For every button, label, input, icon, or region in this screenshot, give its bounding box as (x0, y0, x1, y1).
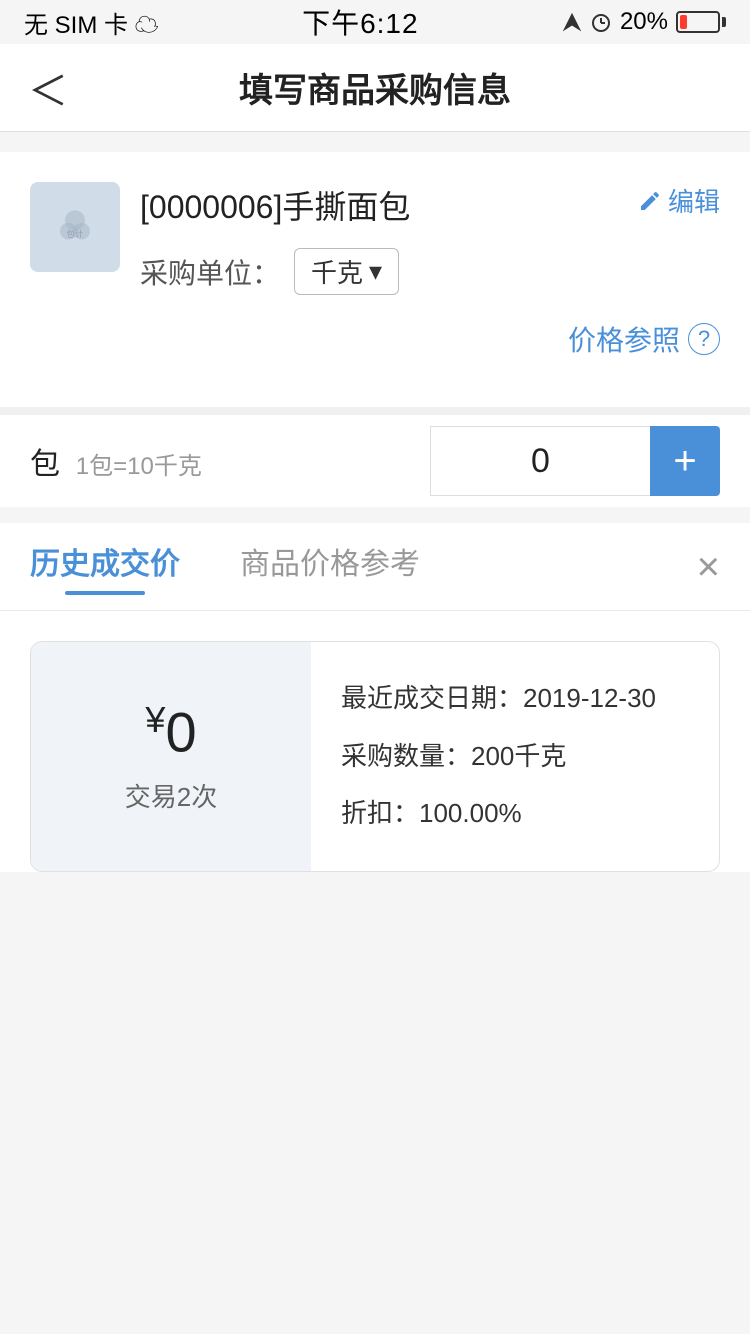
price-left-panel: ¥0 交易2次 (31, 642, 311, 871)
tab-history-price[interactable]: 历史成交价 (30, 519, 180, 615)
product-header: 包计 [0000006]手撕面包 采购单位： 千克 ▾ 编辑 (30, 182, 720, 295)
tabs-bar: 历史成交价 商品价格参考 × (0, 523, 750, 611)
status-bar-right: 20% (562, 8, 726, 36)
dropdown-icon: ▾ (369, 256, 382, 287)
quantity-plus-button[interactable]: + (650, 426, 720, 496)
price-value: 0 (165, 701, 196, 764)
status-bar-time: 下午6:12 (302, 2, 419, 42)
product-left: 包计 [0000006]手撕面包 采购单位： 千克 ▾ (30, 182, 410, 295)
price-transactions: 交易2次 (125, 777, 217, 814)
back-button[interactable]: ＜ (28, 59, 68, 117)
edit-icon (638, 189, 662, 213)
price-right-panel: 最近成交日期：2019-12-30 采购数量：200千克 折扣：100.00% (311, 642, 719, 871)
product-image: 包计 (30, 182, 120, 272)
quantity-input[interactable]: 0 (430, 426, 650, 496)
edit-label: 编辑 (668, 182, 720, 219)
nav-bar: ＜ 填写商品采购信息 (0, 44, 750, 132)
edit-button[interactable]: 编辑 (638, 182, 720, 219)
quantity-unit-char: 包 (30, 448, 60, 481)
tab-product-price-ref[interactable]: 商品价格参考 (240, 519, 420, 615)
price-ref-help-icon: ? (688, 323, 720, 355)
status-bar: 无 SIM 卡 ☁ 下午6:12 20% (0, 0, 750, 44)
quantity-control: 0 + (430, 426, 720, 496)
bottom-panel: 历史成交价 商品价格参考 × ¥0 交易2次 最近成交日期：2019-12-30… (0, 523, 750, 872)
unit-label: 采购单位： (140, 252, 280, 292)
product-unit-row: 采购单位： 千克 ▾ (140, 248, 410, 295)
unit-value: 千克 (311, 253, 363, 290)
tabs-left: 历史成交价 商品价格参考 (30, 519, 420, 615)
product-info: [0000006]手撕面包 采购单位： 千克 ▾ (140, 182, 410, 295)
quantity-sub-label: 1包=10千克 (76, 453, 202, 480)
currency-symbol: ¥ (145, 699, 165, 740)
tab-history-label: 历史成交价 (30, 539, 180, 583)
recent-date: 最近成交日期：2019-12-30 (341, 678, 689, 720)
product-name: [0000006]手撕面包 (140, 182, 410, 228)
discount: 折扣：100.00% (341, 793, 689, 835)
signal-text: 无 SIM 卡 ☁ (24, 5, 159, 40)
unit-select[interactable]: 千克 ▾ (294, 248, 399, 295)
price-amount: ¥0 (145, 699, 196, 765)
quantity-row: 包 1包=10千克 0 + (0, 407, 750, 507)
price-ref-button[interactable]: 价格参照 ? (568, 319, 720, 383)
quantity-label-group: 包 1包=10千克 (30, 439, 202, 483)
product-card: 包计 [0000006]手撕面包 采购单位： 千克 ▾ 编辑 (0, 152, 750, 407)
tab-underline (65, 591, 145, 595)
alarm-icon (590, 11, 612, 33)
purchase-quantity: 采购数量：200千克 (341, 736, 689, 778)
price-card: ¥0 交易2次 最近成交日期：2019-12-30 采购数量：200千克 折扣：… (30, 641, 720, 872)
location-icon (562, 12, 582, 32)
svg-text:包计: 包计 (67, 229, 84, 239)
tab-price-ref-label: 商品价格参考 (240, 539, 420, 583)
battery-percent: 20% (620, 8, 668, 36)
battery-icon (676, 11, 726, 33)
product-thumbnail-icon: 包计 (50, 202, 100, 252)
price-ref-label: 价格参照 (568, 319, 680, 359)
status-bar-left: 无 SIM 卡 ☁ (24, 5, 159, 40)
tab-close-button[interactable]: × (697, 547, 720, 587)
page-title: 填写商品采购信息 (239, 63, 511, 112)
